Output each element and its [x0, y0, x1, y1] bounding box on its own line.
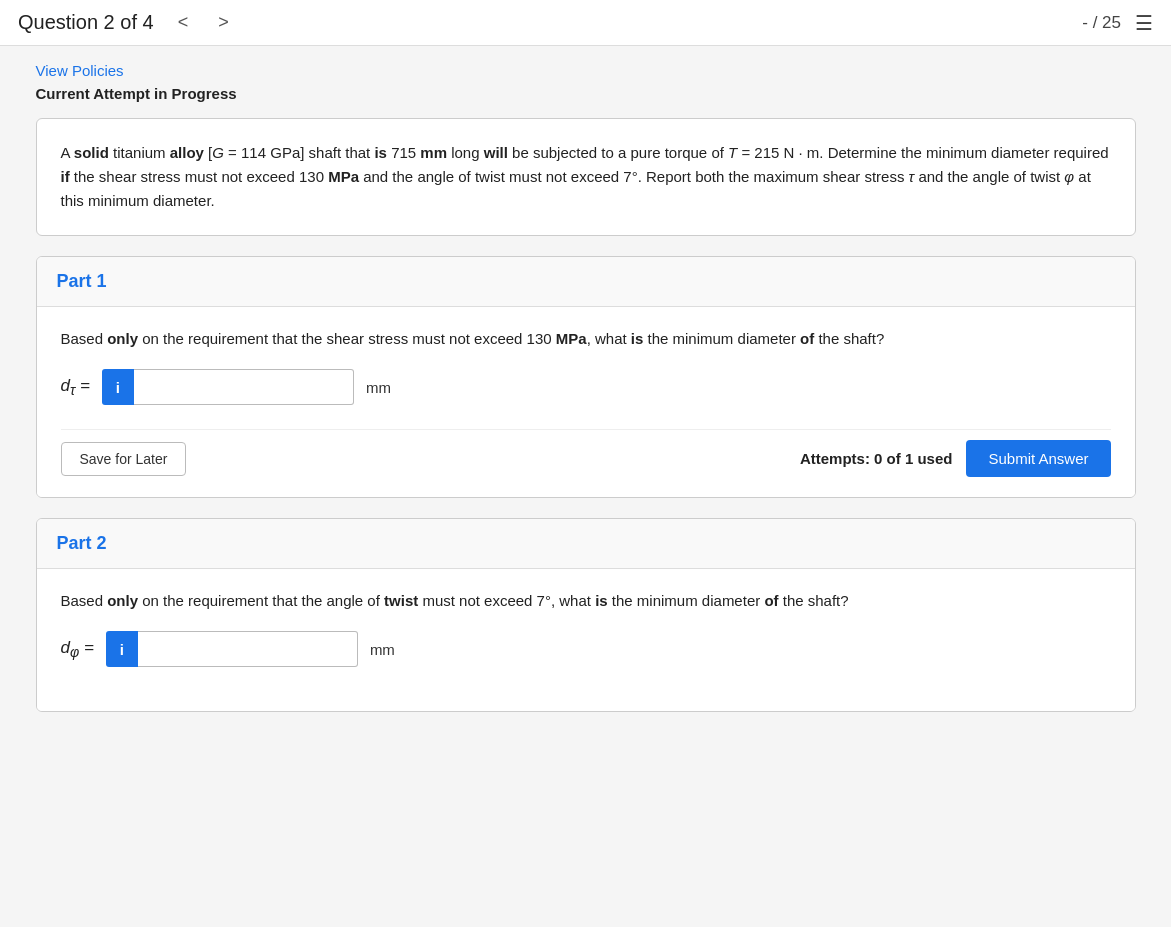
part-1-card: Part 1 Based only on the requirement tha…: [36, 256, 1136, 498]
menu-icon[interactable]: ☰: [1135, 11, 1153, 35]
part-1-unit: mm: [366, 379, 391, 396]
part-2-header: Part 2: [37, 519, 1135, 569]
part-2-info-button[interactable]: i: [106, 631, 138, 667]
part-2-body: Based only on the requirement that the a…: [37, 569, 1135, 711]
part-1-body: Based only on the requirement that the s…: [37, 307, 1135, 497]
question-box: A solid titanium alloy [G = 114 GPa] sha…: [36, 118, 1136, 236]
score-display: - / 25: [1082, 13, 1121, 33]
question-title: Question 2 of 4: [18, 11, 154, 34]
prev-button[interactable]: <: [172, 10, 195, 35]
part-2-card: Part 2 Based only on the requirement tha…: [36, 518, 1136, 712]
part-1-footer-right: Attempts: 0 of 1 used Submit Answer: [800, 440, 1111, 477]
part-1-question: Based only on the requirement that the s…: [61, 327, 1111, 351]
part-1-title: Part 1: [57, 271, 107, 291]
part-1-footer: Save for Later Attempts: 0 of 1 used Sub…: [61, 429, 1111, 477]
part-1-variable: dτ =: [61, 376, 90, 398]
part-1-info-button[interactable]: i: [102, 369, 134, 405]
part-2-title: Part 2: [57, 533, 107, 553]
part-1-answer-row: dτ = i mm: [61, 369, 1111, 405]
part-2-answer-input[interactable]: [138, 631, 358, 667]
page-content: View Policies Current Attempt in Progres…: [16, 46, 1156, 748]
top-bar-right: - / 25 ☰: [1082, 11, 1153, 35]
view-policies-link[interactable]: View Policies: [36, 62, 124, 79]
part-1-answer-input[interactable]: [134, 369, 354, 405]
part-2-unit: mm: [370, 641, 395, 658]
current-attempt-status: Current Attempt in Progress: [36, 85, 1136, 102]
part-1-attempts-text: Attempts: 0 of 1 used: [800, 450, 953, 467]
part-2-question: Based only on the requirement that the a…: [61, 589, 1111, 613]
part-2-answer-row: dφ = i mm: [61, 631, 1111, 667]
part-2-variable: dφ =: [61, 638, 94, 660]
top-bar: Question 2 of 4 < > - / 25 ☰: [0, 0, 1171, 46]
part-1-save-later-button[interactable]: Save for Later: [61, 442, 187, 476]
part-1-header: Part 1: [37, 257, 1135, 307]
question-text: A solid titanium alloy [G = 114 GPa] sha…: [61, 141, 1111, 213]
next-button[interactable]: >: [212, 10, 235, 35]
part-1-submit-button[interactable]: Submit Answer: [966, 440, 1110, 477]
top-bar-left: Question 2 of 4 < >: [18, 10, 235, 35]
